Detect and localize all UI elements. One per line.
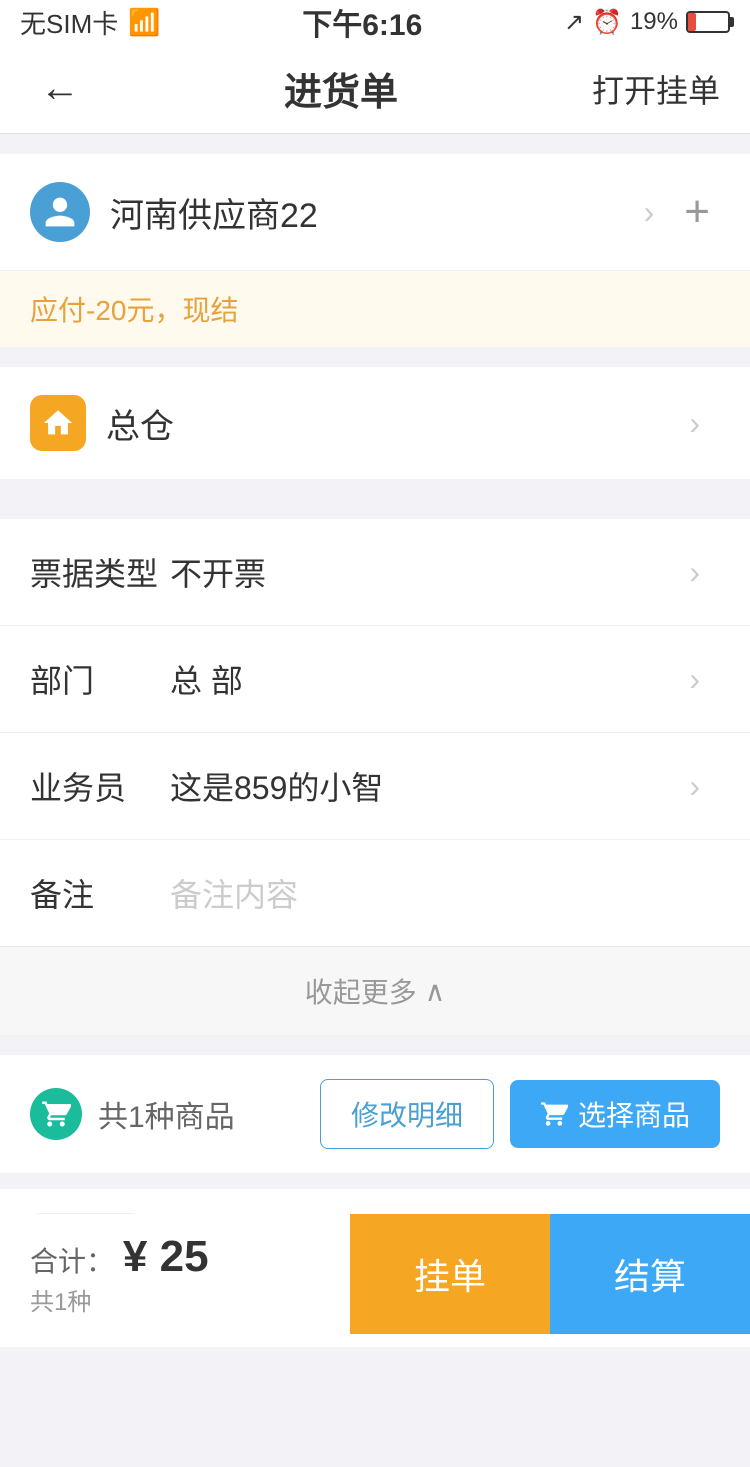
supplier-avatar [30,182,90,242]
supplier-section: 河南供应商22 › + 应付-20元，现结 [0,154,750,347]
location-icon: ↗ [564,8,584,37]
bill-type-value: 不开票 [170,549,689,595]
hang-button[interactable]: 挂单 [350,1214,550,1334]
staff-value: 这是859的小智 [170,763,689,809]
warehouse-row[interactable]: 总仓 › [0,367,750,479]
open-hang-button[interactable]: 打开挂单 [592,66,720,112]
status-time: 下午6:16 [302,0,422,44]
department-chevron-icon: › [689,661,700,698]
select-product-icon [540,1100,568,1128]
edit-detail-button[interactable]: 修改明细 [320,1079,494,1149]
warehouse-icon-container [30,395,86,451]
divider-2 [0,347,750,367]
divider-4 [0,1035,750,1055]
checkout-button[interactable]: 结算 [550,1214,750,1334]
cart-icon [41,1099,71,1129]
staff-row[interactable]: 业务员 这是859的小智 › [0,733,750,840]
bill-type-chevron-icon: › [689,554,700,591]
bottom-bar: 合计： ¥ 25 共1种 挂单 结算 [0,1214,750,1334]
nav-bar: ← 进货单 打开挂单 [0,44,750,134]
status-left: 无SIM卡 📶 [20,4,161,41]
battery-percent: 19% [630,8,678,36]
remark-row[interactable]: 备注 备注内容 [0,840,750,946]
supplier-name: 河南供应商22 [110,188,644,237]
total-count: 共1种 [30,1282,320,1317]
warehouse-icon [41,406,75,440]
carrier-text: 无SIM卡 [20,4,118,41]
status-bar: 无SIM卡 📶 下午6:16 ↗ ⏰ 19% [0,0,750,44]
add-supplier-button[interactable]: + [674,187,720,237]
form-section: 票据类型 不开票 › 部门 总 部 › 业务员 这是859的小智 › 备注 备注… [0,499,750,946]
product-count-icon [30,1088,82,1140]
staff-label: 业务员 [30,763,170,809]
total-section: 合计： ¥ 25 共1种 [0,1232,350,1317]
bill-type-row[interactable]: 票据类型 不开票 › [0,519,750,626]
staff-chevron-icon: › [689,768,700,805]
wifi-icon: 📶 [128,7,160,38]
select-product-button[interactable]: 选择商品 [510,1080,720,1148]
supplier-notice: 应付-20元，现结 [0,271,750,347]
remark-label: 备注 [30,870,170,916]
collapse-text: 收起更多 [305,971,417,1011]
product-count-text: 共1种商品 [98,1092,320,1136]
divider-3 [0,499,750,519]
bill-type-label: 票据类型 [30,549,170,595]
total-label: 合计： [30,1246,114,1277]
divider-1 [0,134,750,154]
supplier-chevron-icon: › [644,194,655,231]
person-icon [42,194,78,230]
supplier-row[interactable]: 河南供应商22 › + [0,154,750,271]
collapse-row[interactable]: 收起更多 ∧ [0,946,750,1035]
department-row[interactable]: 部门 总 部 › [0,626,750,733]
product-header: 共1种商品 修改明细 选择商品 [0,1055,750,1173]
remark-input[interactable]: 备注内容 [170,870,720,916]
status-right: ↗ ⏰ 19% [564,8,730,37]
collapse-icon: ∧ [425,975,446,1008]
total-row: 合计： ¥ 25 [30,1232,320,1282]
warehouse-name: 总仓 [106,399,689,448]
total-amount: ¥ 25 [123,1232,209,1281]
warehouse-chevron-icon: › [689,405,700,442]
department-value: 总 部 [170,656,689,702]
alarm-icon: ⏰ [592,8,622,37]
select-product-label: 选择商品 [578,1094,690,1134]
bottom-spacer [0,1347,750,1467]
battery-icon [686,11,730,33]
department-label: 部门 [30,656,170,702]
back-button[interactable]: ← [30,56,90,121]
page-title: 进货单 [284,61,398,116]
